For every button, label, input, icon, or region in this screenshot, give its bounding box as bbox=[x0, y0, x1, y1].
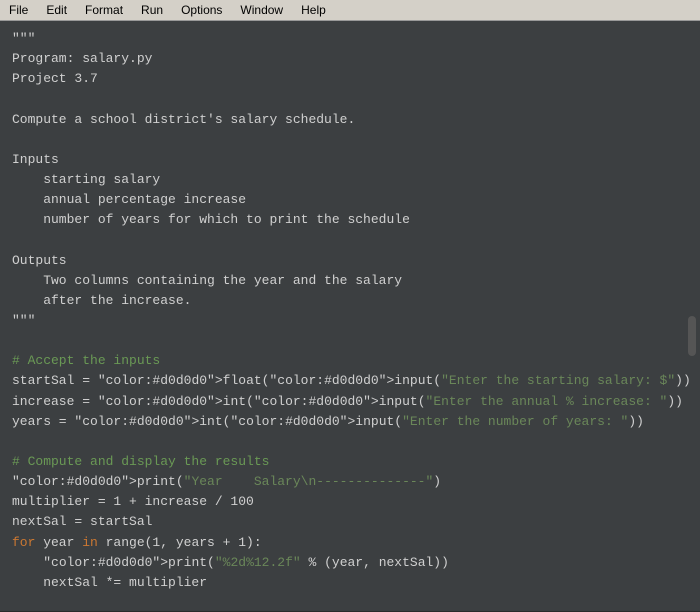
code-line: annual percentage increase bbox=[12, 190, 688, 210]
menu-bar: File Edit Format Run Options Window Help bbox=[0, 0, 700, 21]
code-line bbox=[12, 89, 688, 109]
code-line: startSal = "color:#d0d0d0">float("color:… bbox=[12, 371, 688, 391]
code-line: """ bbox=[12, 29, 688, 49]
scroll-indicator bbox=[688, 316, 696, 356]
code-line: multiplier = 1 + increase / 100 bbox=[12, 492, 688, 512]
code-line bbox=[12, 432, 688, 452]
code-line bbox=[12, 230, 688, 250]
code-editor[interactable]: """Program: salary.pyProject 3.7 Compute… bbox=[0, 21, 700, 611]
code-line: # Compute and display the results bbox=[12, 452, 688, 472]
code-line: Program: salary.py bbox=[12, 49, 688, 69]
code-line: number of years for which to print the s… bbox=[12, 210, 688, 230]
menu-help[interactable]: Help bbox=[298, 2, 329, 18]
code-line: "color:#d0d0d0">print("%2d%12.2f" % (yea… bbox=[12, 553, 688, 573]
menu-window[interactable]: Window bbox=[237, 2, 286, 18]
menu-file[interactable]: File bbox=[6, 2, 31, 18]
code-line: increase = "color:#d0d0d0">int("color:#d… bbox=[12, 392, 688, 412]
code-line: starting salary bbox=[12, 170, 688, 190]
code-line: nextSal *= multiplier bbox=[12, 573, 688, 593]
code-line: Outputs bbox=[12, 251, 688, 271]
code-line: for year in range(1, years + 1): bbox=[12, 533, 688, 553]
code-line: Inputs bbox=[12, 150, 688, 170]
menu-format[interactable]: Format bbox=[82, 2, 126, 18]
code-line: Project 3.7 bbox=[12, 69, 688, 89]
code-line: years = "color:#d0d0d0">int("color:#d0d0… bbox=[12, 412, 688, 432]
code-line: nextSal = startSal bbox=[12, 512, 688, 532]
code-line: """ bbox=[12, 311, 688, 331]
menu-options[interactable]: Options bbox=[178, 2, 225, 18]
code-line: Two columns containing the year and the … bbox=[12, 271, 688, 291]
menu-edit[interactable]: Edit bbox=[43, 2, 70, 18]
code-line: "color:#d0d0d0">print("Year Salary\n----… bbox=[12, 472, 688, 492]
code-line: after the increase. bbox=[12, 291, 688, 311]
code-line bbox=[12, 130, 688, 150]
code-line: Compute a school district's salary sched… bbox=[12, 110, 688, 130]
code-line: # Accept the inputs bbox=[12, 351, 688, 371]
code-line bbox=[12, 331, 688, 351]
code-container: """Program: salary.pyProject 3.7 Compute… bbox=[12, 29, 688, 593]
menu-run[interactable]: Run bbox=[138, 2, 166, 18]
